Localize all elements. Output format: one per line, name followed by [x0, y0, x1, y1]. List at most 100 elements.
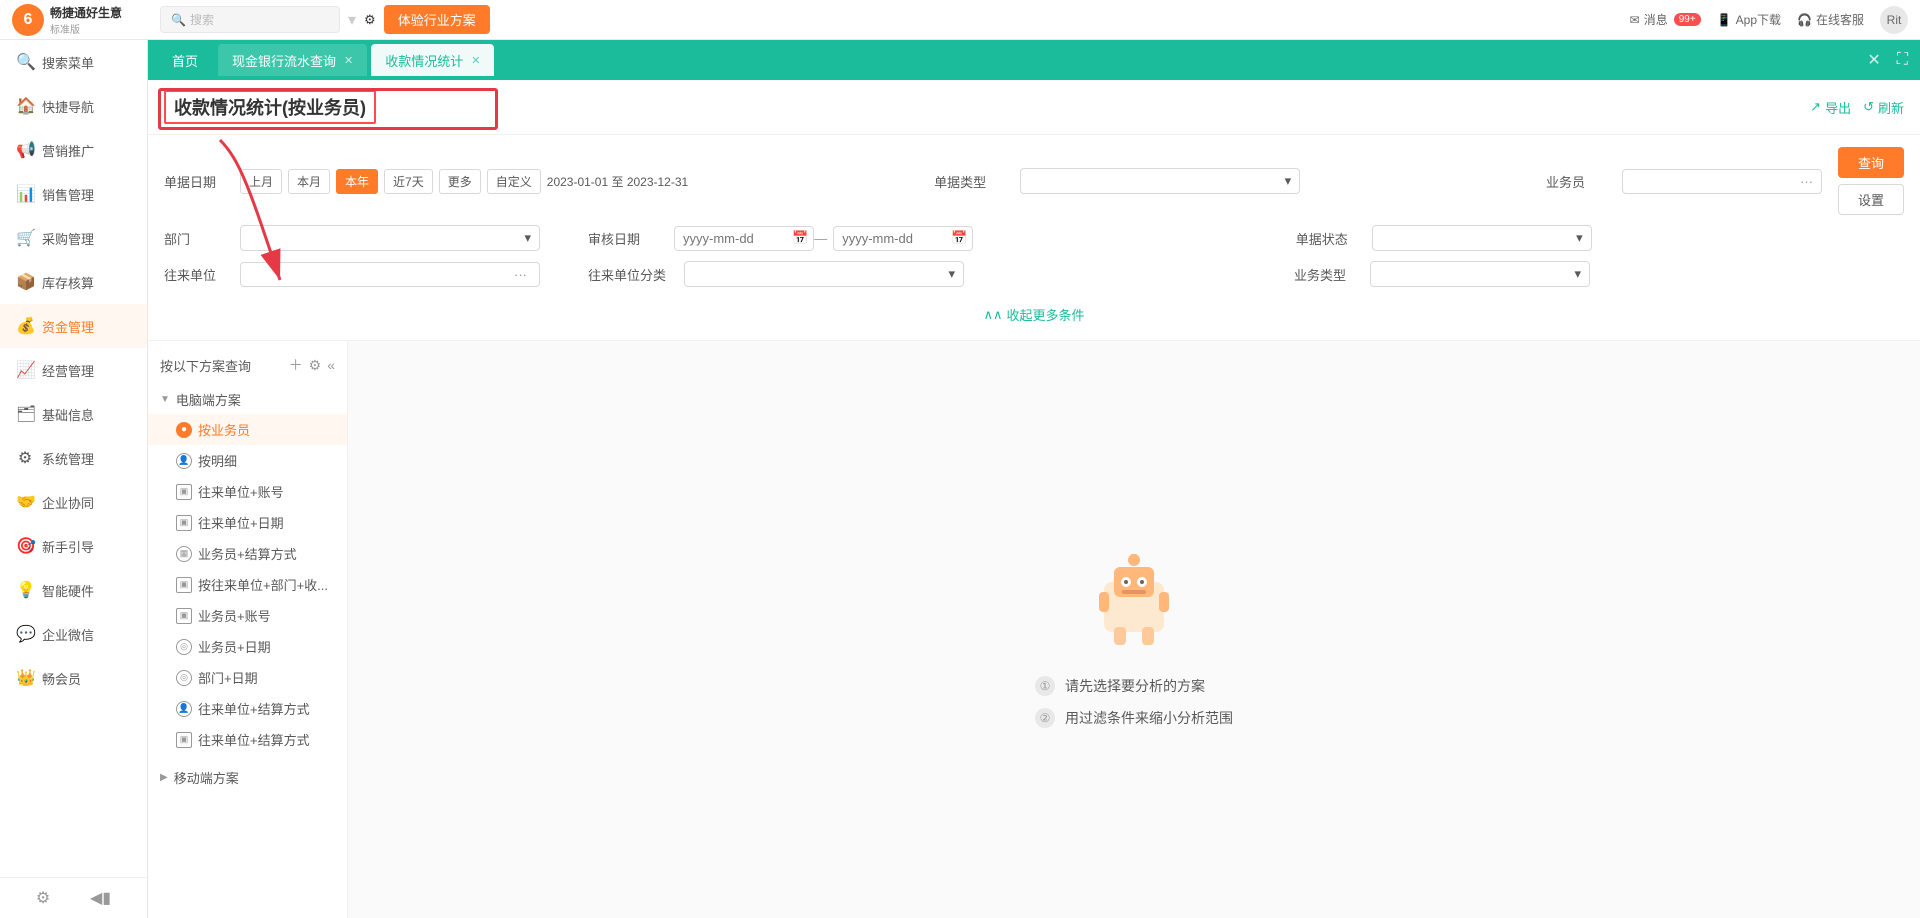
scheme-header: 按以下方案查询 ＋ ⚙ « [148, 349, 347, 381]
scheme-item-detail[interactable]: 👤 按明细 [148, 445, 347, 476]
scheme-item-partner-settlement1[interactable]: 👤 往来单位+结算方式 [148, 693, 347, 724]
tab-bank-flow[interactable]: 现金银行流水查询 ✕ [218, 44, 367, 76]
top-bar-middle: 🔍 搜索 ▾ ⚙ 体验行业方案 [160, 5, 1630, 34]
sidebar-item-purchase[interactable]: 🛒 采购管理 [0, 216, 147, 260]
chevron-down-icon: ▾ [1285, 173, 1292, 189]
doc-status-select[interactable]: ▾ [1372, 225, 1592, 251]
salesperson-select[interactable]: ··· [1622, 169, 1822, 194]
refresh-btn[interactable]: ↺ 刷新 [1863, 98, 1904, 117]
top-search-box[interactable]: 🔍 搜索 [160, 6, 340, 33]
app-name: 畅捷通好生意 [50, 4, 122, 21]
date-quick-buttons: 上月 本月 本年 近7天 更多 自定义 2023-01-01 至 2023-12… [240, 169, 688, 194]
sidebar-item-member[interactable]: 👑 畅会员 [0, 656, 147, 700]
dept-select[interactable]: ▾ [240, 225, 540, 251]
biz-type-select[interactable]: ▾ [1370, 261, 1590, 287]
scheme-icon-square5: ▣ [176, 732, 192, 748]
finance-icon: 💰 [16, 316, 34, 336]
empty-step-1: ① 请先选择要分析的方案 [1035, 676, 1233, 696]
sidebar-item-weixin[interactable]: 💬 企业微信 [0, 612, 147, 656]
scheme-item-partner-dept[interactable]: ▣ 按往来单位+部门+收... [148, 569, 347, 600]
logo-area: 6 畅捷通好生意 标准版 [12, 4, 160, 36]
sidebar-item-search[interactable]: 🔍 搜索菜单 [0, 40, 147, 84]
dropdown-icon[interactable]: ▾ [348, 10, 356, 30]
app-download-icon: 📱 [1717, 13, 1732, 27]
setting-btn[interactable]: 设置 [1838, 184, 1904, 215]
avatar[interactable]: Rit [1880, 6, 1908, 34]
partner-cat-select[interactable]: ▾ [684, 261, 964, 287]
system-icon: ⚙ [16, 448, 34, 468]
date-btn-this-year[interactable]: 本年 [336, 169, 378, 194]
sidebar-item-guide[interactable]: 🎯 新手引导 [0, 524, 147, 568]
sidebar-item-operation[interactable]: 📈 经营管理 [0, 348, 147, 392]
top-bar-right: ✉ 消息 99+ 📱 App下载 🎧 在线客服 Rit [1630, 6, 1908, 34]
date-btn-more[interactable]: 更多 [439, 169, 481, 194]
query-btn[interactable]: 查询 [1838, 147, 1904, 178]
weixin-icon: 💬 [16, 624, 34, 644]
settings-scheme-btn[interactable]: ⚙ [309, 357, 322, 374]
tab-close-window-btn[interactable]: ✕ [1863, 46, 1884, 74]
sidebar-item-nav[interactable]: 🏠 快捷导航 [0, 84, 147, 128]
sidebar-label-weixin: 企业微信 [42, 625, 94, 644]
empty-steps: ① 请先选择要分析的方案 ② 用过滤条件来缩小分析范围 [1035, 676, 1233, 728]
add-scheme-btn[interactable]: ＋ [289, 355, 303, 375]
filter-panel: 单据日期 上月 本月 本年 近7天 更多 自定义 2023-01-01 至 20… [148, 135, 1920, 341]
sidebar-settings-icon[interactable]: ⚙ [36, 888, 50, 908]
scheme-group-desktop-title[interactable]: ▼ 电脑端方案 [148, 385, 347, 414]
scheme-group-mobile-title[interactable]: ▶ 移动端方案 [148, 763, 347, 792]
messages-btn[interactable]: ✉ 消息 99+ [1630, 11, 1701, 28]
collapse-row[interactable]: ∧∧ 收起更多条件 [164, 297, 1904, 328]
doc-status-label: 单据状态 [1296, 229, 1356, 248]
sidebar-item-finance[interactable]: 💰 资金管理 [0, 304, 147, 348]
trial-button[interactable]: 体验行业方案 [384, 5, 490, 34]
scheme-item-partner-settlement2[interactable]: ▣ 往来单位+结算方式 [148, 724, 347, 755]
scheme-icon-people: 👤 [176, 453, 192, 469]
operation-icon: 📈 [16, 360, 34, 380]
tab-home[interactable]: 首页 [156, 40, 214, 80]
sidebar-item-marketing[interactable]: 📢 营销推广 [0, 128, 147, 172]
page-header: 收款情况统计(按业务员) ↗ 导出 ↺ 刷新 [148, 80, 1920, 135]
scheme-item-partner-account[interactable]: ▣ 往来单位+账号 [148, 476, 347, 507]
scheme-item-salesperson-account[interactable]: ▣ 业务员+账号 [148, 600, 347, 631]
partner-select[interactable]: ··· [240, 262, 540, 287]
sidebar-label-operation: 经营管理 [42, 361, 94, 380]
collapse-label: 收起更多条件 [1007, 305, 1085, 324]
scheme-item-by-salesperson[interactable]: ● 按业务员 [148, 414, 347, 445]
scheme-icon-circle1: ◎ [176, 639, 192, 655]
right-content: ① 请先选择要分析的方案 ② 用过滤条件来缩小分析范围 [348, 341, 1920, 918]
tab-maximize-btn[interactable]: ⛶ [1893, 47, 1912, 73]
sidebar-item-collab[interactable]: 🤝 企业协同 [0, 480, 147, 524]
sidebar-item-inventory[interactable]: 📦 库存核算 [0, 260, 147, 304]
scheme-item-salesperson-date[interactable]: ◎ 业务员+日期 [148, 631, 347, 662]
chevron-down-icon-status: ▾ [1576, 230, 1583, 246]
settings-icon[interactable]: ⚙ [364, 12, 376, 28]
sidebar-item-sales[interactable]: 📊 销售管理 [0, 172, 147, 216]
tab-bar: 首页 现金银行流水查询 ✕ 收款情况统计 ✕ ✕ ⛶ [148, 40, 1920, 80]
date-label: 单据日期 [164, 172, 224, 191]
date-btn-last-month[interactable]: 上月 [240, 169, 282, 194]
doc-type-select[interactable]: ▾ [1020, 168, 1300, 194]
scheme-item-salesperson-settlement[interactable]: ▦ 业务员+结算方式 [148, 538, 347, 569]
sidebar-item-basic[interactable]: 🗂 基础信息 [0, 392, 147, 436]
search-placeholder: 搜索 [190, 11, 214, 28]
date-btn-this-month[interactable]: 本月 [288, 169, 330, 194]
sidebar-item-hardware[interactable]: 💡 智能硬件 [0, 568, 147, 612]
sidebar-item-system[interactable]: ⚙ 系统管理 [0, 436, 147, 480]
sidebar: 🔍 搜索菜单 🏠 快捷导航 📢 营销推广 📊 销售管理 🛒 采购管理 📦 库存核… [0, 40, 148, 918]
date-btn-custom[interactable]: 自定义 [487, 169, 541, 194]
page-actions: ↗ 导出 ↺ 刷新 [1810, 98, 1904, 117]
headset-icon: 🎧 [1797, 13, 1812, 27]
more-dots-icon[interactable]: ··· [510, 267, 531, 282]
scheme-icon-square4: ▣ [176, 608, 192, 624]
date-btn-7days[interactable]: 近7天 [384, 169, 433, 194]
online-service-btn[interactable]: 🎧 在线客服 [1797, 11, 1864, 28]
collapse-scheme-btn[interactable]: « [327, 357, 335, 373]
tab-close-1[interactable]: ✕ [344, 54, 353, 67]
export-btn[interactable]: ↗ 导出 [1810, 98, 1851, 117]
tab-collection-stats[interactable]: 收款情况统计 ✕ [371, 44, 494, 76]
sidebar-label-hardware: 智能硬件 [42, 581, 94, 600]
app-download-btn[interactable]: 📱 App下载 [1717, 11, 1781, 28]
tab-close-2[interactable]: ✕ [471, 54, 480, 67]
scheme-item-partner-date[interactable]: ▣ 往来单位+日期 [148, 507, 347, 538]
scheme-item-dept-date[interactable]: ◎ 部门+日期 [148, 662, 347, 693]
sidebar-collapse-icon[interactable]: ◀▮ [90, 888, 111, 908]
